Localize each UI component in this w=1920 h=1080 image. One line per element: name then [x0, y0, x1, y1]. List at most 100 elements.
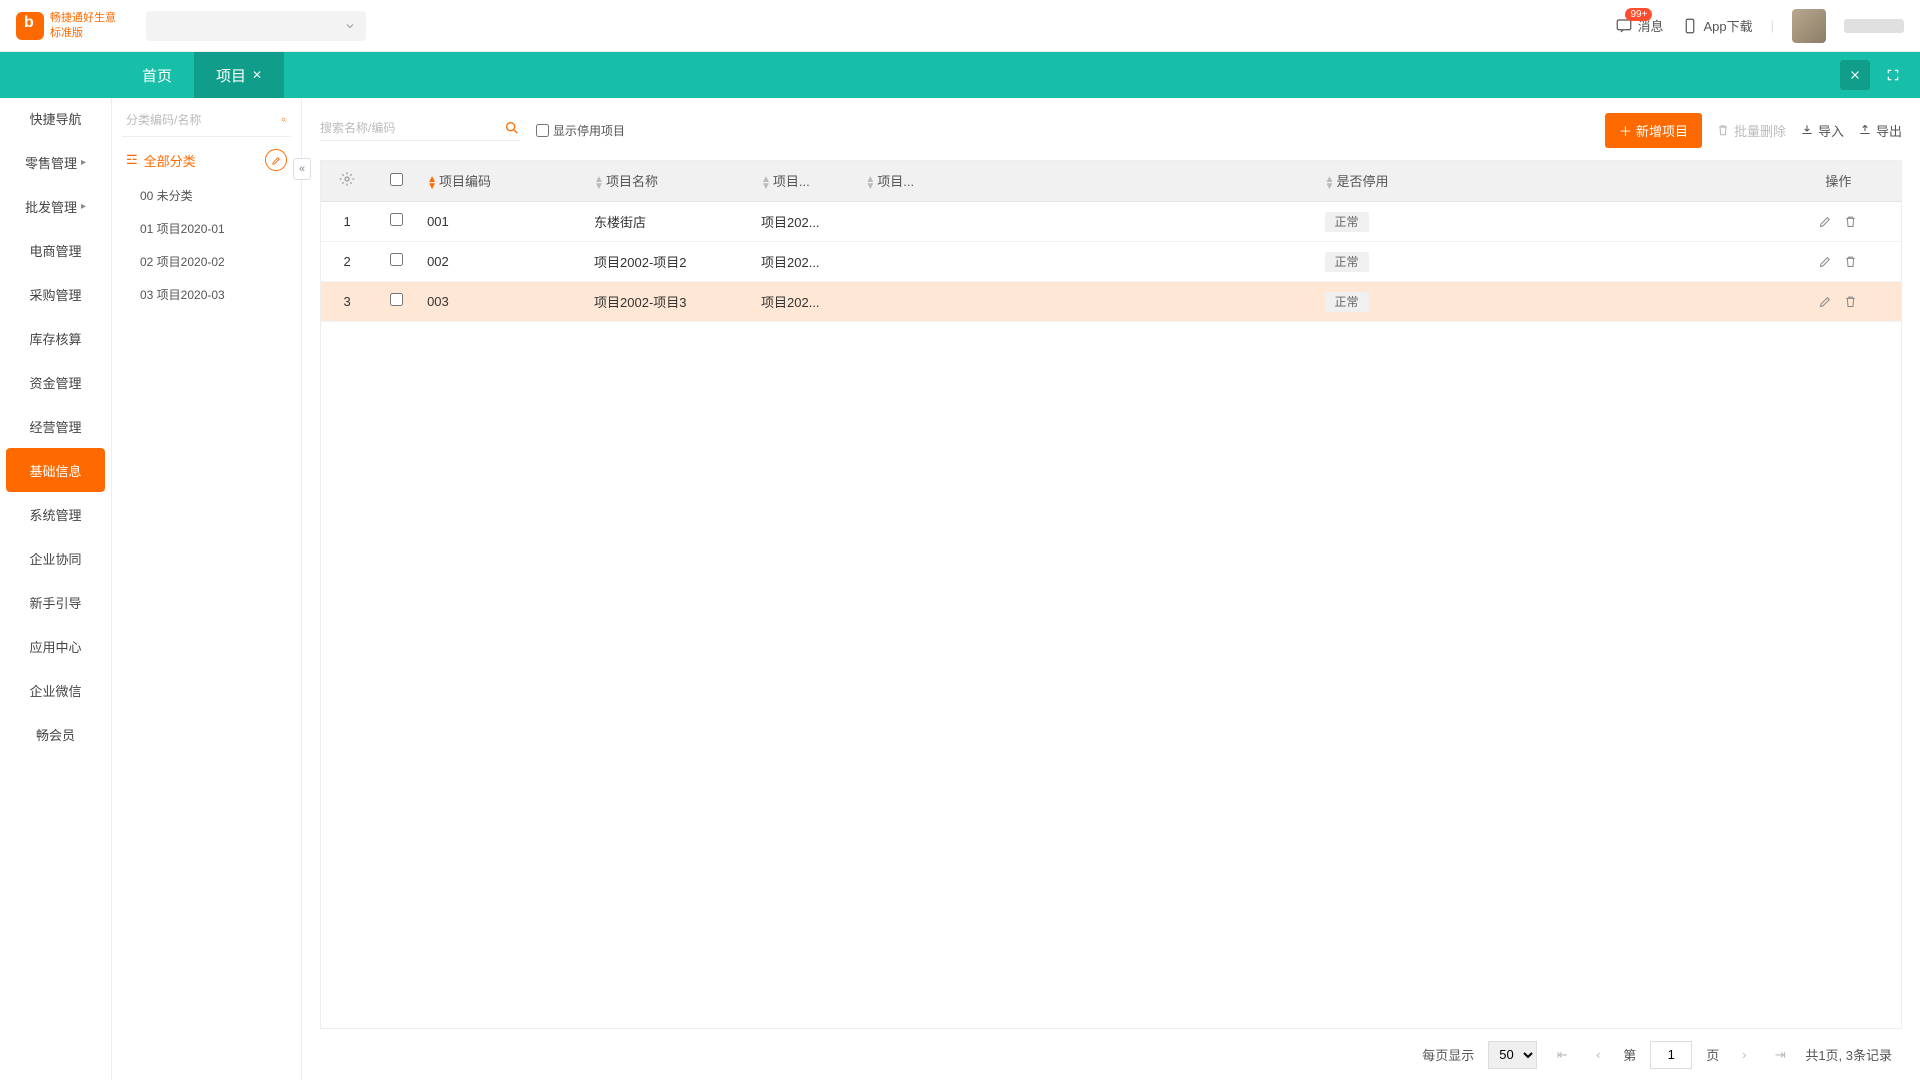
row-checkbox[interactable]: [390, 213, 403, 226]
messages-button[interactable]: 99+ 消息: [1615, 16, 1663, 35]
show-disabled-checkbox[interactable]: 显示停用项目: [536, 122, 625, 139]
import-label: 导入: [1818, 121, 1844, 140]
edit-icon[interactable]: [1818, 294, 1833, 309]
sidebar-item[interactable]: 应用中心: [0, 624, 111, 668]
sort-icon: ▲▼: [865, 176, 875, 190]
category-search-input[interactable]: [126, 113, 281, 127]
table-row[interactable]: 2002项目2002-项目2项目202...正常: [321, 241, 1901, 281]
tab-close-icon[interactable]: ✕: [252, 68, 262, 82]
table-row[interactable]: 1001东楼街店项目202...正常: [321, 201, 1901, 241]
sidebar-item[interactable]: 资金管理: [0, 360, 111, 404]
category-edit-button[interactable]: [265, 149, 287, 171]
col-c3[interactable]: ▲▼项目...: [753, 161, 857, 201]
phone-icon: [1681, 17, 1699, 35]
status-badge: 正常: [1325, 252, 1369, 272]
category-search: [122, 110, 291, 137]
edit-icon[interactable]: [1818, 254, 1833, 269]
export-button[interactable]: 导出: [1858, 121, 1902, 140]
fullscreen-button[interactable]: [1878, 60, 1908, 90]
brand-name: 畅捷通好生意: [50, 12, 116, 24]
sidebar-item[interactable]: 系统管理: [0, 492, 111, 536]
toolbar: 显示停用项目 ＋ 新增项目 批量删除 导入 导出: [320, 110, 1902, 150]
pagination: 每页显示 50 ⇤ ‹ 第 页 › ⇥ 共1页, 3条记录: [320, 1028, 1902, 1080]
page-input[interactable]: [1650, 1041, 1692, 1069]
company-selector[interactable]: [146, 11, 366, 41]
sidebar-item[interactable]: 库存核算: [0, 316, 111, 360]
sidebar-item[interactable]: 基础信息: [6, 448, 105, 492]
tab-close-button[interactable]: [1840, 60, 1870, 90]
sidebar-item[interactable]: 新手引导: [0, 580, 111, 624]
col-code[interactable]: ▲▼项目编码: [419, 161, 586, 201]
sidebar-item[interactable]: 电商管理: [0, 228, 111, 272]
col-op: 操作: [1776, 161, 1901, 201]
sidebar-item[interactable]: 畅会员: [0, 712, 111, 756]
status-badge: 正常: [1325, 292, 1369, 312]
category-node[interactable]: 03 项目2020-03: [122, 278, 291, 311]
tab-首页[interactable]: 首页: [120, 52, 194, 98]
tab-项目[interactable]: 项目✕: [194, 52, 284, 98]
sidebar-item[interactable]: 企业微信: [0, 668, 111, 712]
sort-icon: ▲▼: [1325, 176, 1335, 190]
sort-icon: ▲▼: [761, 176, 771, 190]
avatar[interactable]: [1792, 9, 1826, 43]
sidebar-item[interactable]: 采购管理: [0, 272, 111, 316]
sidebar: 搜索菜单快捷导航零售管理▸批发管理▸电商管理采购管理库存核算资金管理经营管理基础…: [0, 52, 112, 1080]
gear-icon: [339, 171, 355, 187]
add-project-button[interactable]: ＋ 新增项目: [1605, 113, 1702, 148]
expand-icon: [1886, 68, 1900, 82]
sidebar-item[interactable]: 企业协同: [0, 536, 111, 580]
first-page-button[interactable]: ⇤: [1551, 1047, 1573, 1063]
table: ▲▼项目编码 ▲▼项目名称 ▲▼项目... ▲▼项目... ▲▼是否停用 操作 …: [320, 160, 1902, 1028]
sort-icon: ▲▼: [594, 176, 604, 190]
import-icon: [1800, 123, 1814, 137]
import-button[interactable]: 导入: [1800, 121, 1844, 140]
col-status[interactable]: ▲▼是否停用: [1317, 161, 1776, 201]
brand-sub: 标准版: [50, 24, 116, 40]
sidebar-item[interactable]: 经营管理: [0, 404, 111, 448]
table-row[interactable]: 3003项目2002-项目3项目202...正常: [321, 281, 1901, 321]
collapse-panel-button[interactable]: «: [293, 158, 311, 180]
category-panel: ☲ 全部分类 00 未分类01 项目2020-0102 项目2020-0203 …: [112, 98, 302, 1080]
download-button[interactable]: App下载: [1681, 16, 1752, 35]
search-icon[interactable]: [504, 120, 520, 136]
search-icon[interactable]: [281, 112, 287, 128]
per-page-select[interactable]: 50: [1488, 1041, 1537, 1069]
next-page-button[interactable]: ›: [1733, 1047, 1755, 1062]
edit-icon: [271, 155, 282, 166]
messages-badge: 99+: [1625, 8, 1652, 21]
chevron-right-icon: ▸: [81, 157, 86, 168]
plus-icon: ＋: [1619, 121, 1632, 140]
sort-icon: ▲▼: [427, 176, 437, 190]
select-all-checkbox[interactable]: [390, 173, 403, 186]
col-checkbox[interactable]: [373, 161, 419, 201]
sidebar-item[interactable]: 快捷导航: [0, 96, 111, 140]
sidebar-item[interactable]: 批发管理▸: [0, 184, 111, 228]
last-page-button[interactable]: ⇥: [1769, 1047, 1791, 1063]
trash-icon[interactable]: [1843, 214, 1858, 229]
row-checkbox[interactable]: [390, 293, 403, 306]
topbar: 畅捷通好生意 标准版 99+ 消息 App下载 |: [0, 0, 1920, 52]
trash-icon[interactable]: [1843, 254, 1858, 269]
brand-logo: [16, 12, 44, 40]
prev-page-button[interactable]: ‹: [1587, 1047, 1609, 1062]
trash-icon: [1716, 123, 1730, 137]
category-root[interactable]: ☲ 全部分类: [122, 137, 291, 179]
col-c4[interactable]: ▲▼项目...: [857, 161, 1316, 201]
main: ☲ 全部分类 00 未分类01 项目2020-0102 项目2020-0203 …: [112, 98, 1920, 1080]
category-node[interactable]: 01 项目2020-01: [122, 212, 291, 245]
export-icon: [1858, 123, 1872, 137]
category-node[interactable]: 02 项目2020-02: [122, 245, 291, 278]
search-input[interactable]: [320, 121, 504, 135]
edit-icon[interactable]: [1818, 214, 1833, 229]
brand: 畅捷通好生意 标准版: [16, 12, 126, 40]
show-disabled-input[interactable]: [536, 124, 549, 137]
col-settings[interactable]: [321, 161, 373, 201]
row-checkbox[interactable]: [390, 253, 403, 266]
category-root-label: 全部分类: [144, 151, 196, 170]
trash-icon[interactable]: [1843, 294, 1858, 309]
col-name[interactable]: ▲▼项目名称: [586, 161, 753, 201]
sidebar-item[interactable]: 零售管理▸: [0, 140, 111, 184]
batch-delete-button[interactable]: 批量删除: [1716, 121, 1786, 140]
category-node[interactable]: 00 未分类: [122, 179, 291, 212]
export-label: 导出: [1876, 121, 1902, 140]
